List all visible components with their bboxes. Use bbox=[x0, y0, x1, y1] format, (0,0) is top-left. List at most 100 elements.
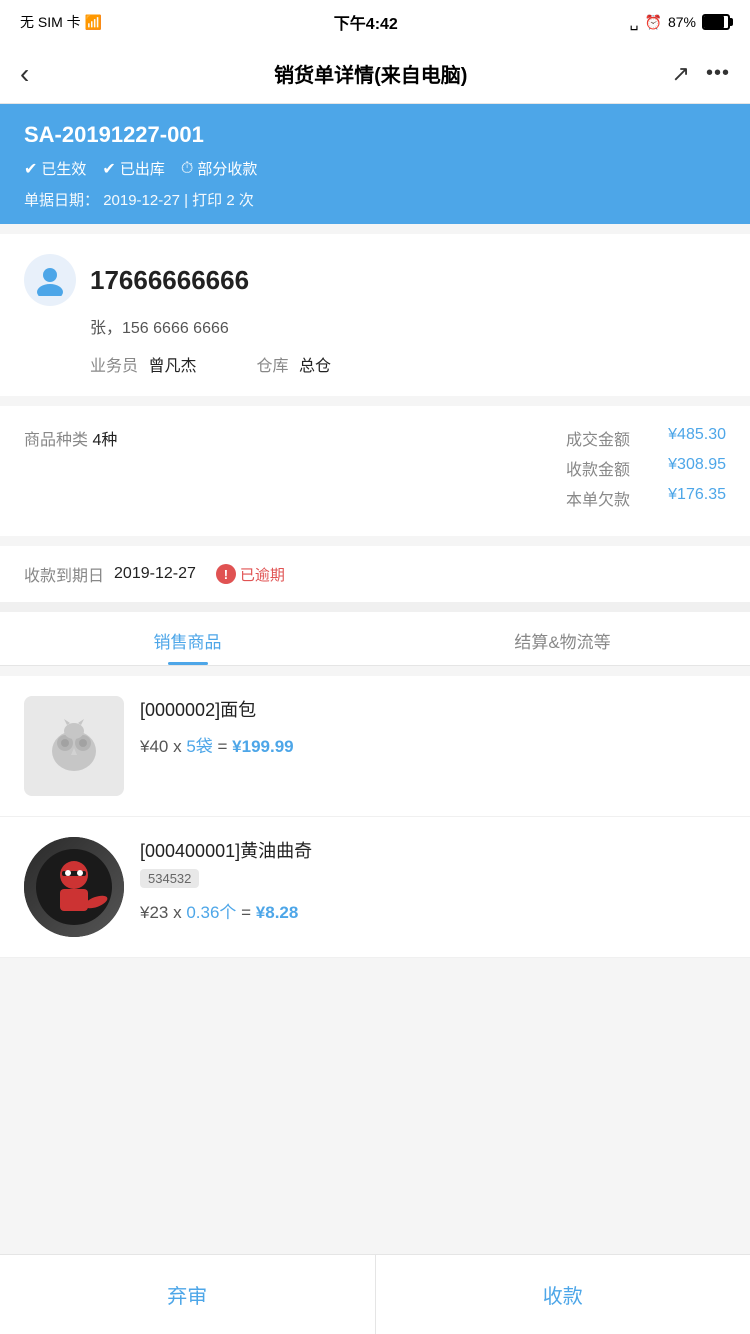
tab-sales-products[interactable]: 销售商品 bbox=[0, 612, 375, 665]
clock-icon: ⏱ bbox=[181, 160, 193, 178]
customer-section: 17666666666 张，156 6666 6666 业务员 曾凡杰 仓库 总… bbox=[0, 234, 750, 396]
collect-payment-button[interactable]: 收款 bbox=[376, 1255, 750, 1334]
list-item: [000400001]黄油曲奇 534532 ¥23 x 0.36个 = ¥8.… bbox=[0, 817, 750, 958]
warehouse-info: 仓库 总仓 bbox=[256, 352, 330, 376]
status-right: ␣ ⏰ 87% bbox=[630, 14, 730, 31]
total-2: ¥8.28 bbox=[256, 903, 299, 922]
received-label: 收款金额 bbox=[566, 456, 630, 480]
badge-partial-payment: ⏱ 部分收款 bbox=[181, 158, 258, 179]
bottom-bar: 弃审 收款 bbox=[0, 1254, 750, 1334]
debt-value: ¥176.35 bbox=[646, 486, 726, 510]
product-list: [0000002]面包 ¥40 x 5袋 = ¥199.99 bbox=[0, 676, 750, 958]
order-date-line: 单据日期： 2019-12-27 | 打印 2 次 bbox=[24, 189, 726, 210]
product-thumbnail-1 bbox=[24, 696, 124, 796]
due-label: 收款到期日 bbox=[24, 562, 104, 586]
page-title: 销货单详情(来自电脑) bbox=[70, 59, 672, 88]
customer-top: 17666666666 bbox=[24, 254, 726, 306]
badge-shipped-text: 已出库 bbox=[120, 158, 165, 179]
print-suffix: 次 bbox=[239, 192, 254, 209]
status-time: 下午4:42 bbox=[334, 10, 398, 34]
product-price-2: ¥23 x 0.36个 = ¥8.28 bbox=[140, 898, 726, 923]
tab-settlement-label: 结算&物流等 bbox=[514, 633, 610, 652]
customer-phone: 17666666666 bbox=[90, 265, 249, 296]
financial-summary: 成交金额 ¥485.30 收款金额 ¥308.95 本单欠款 ¥176.35 bbox=[566, 426, 726, 516]
equals-1: = bbox=[218, 737, 233, 756]
unit-price-2: ¥23 x bbox=[140, 903, 186, 922]
back-icon[interactable]: ‹ bbox=[20, 58, 29, 90]
qty-2: 0.36个 bbox=[186, 903, 236, 922]
location-icon: ␣ bbox=[630, 14, 639, 31]
date-label: 单据日期： bbox=[24, 192, 99, 209]
tab-sales-label: 销售商品 bbox=[154, 633, 222, 652]
sales-label: 业务员 bbox=[90, 358, 138, 375]
order-date: 2019-12-27 bbox=[103, 192, 180, 209]
person-icon bbox=[34, 264, 66, 296]
owl-icon bbox=[39, 711, 109, 781]
product-info-1: [0000002]面包 ¥40 x 5袋 = ¥199.99 bbox=[140, 696, 726, 796]
section-divider bbox=[0, 602, 750, 612]
product-image-2 bbox=[34, 847, 114, 927]
product-info-2: [000400001]黄油曲奇 534532 ¥23 x 0.36个 = ¥8.… bbox=[140, 837, 726, 937]
badge-shipped: ✔ 已出库 bbox=[102, 158, 164, 179]
list-item: [0000002]面包 ¥40 x 5袋 = ¥199.99 bbox=[0, 676, 750, 817]
tab-bar: 销售商品 结算&物流等 bbox=[0, 612, 750, 666]
print-count: 2 bbox=[226, 192, 234, 209]
avatar bbox=[24, 254, 76, 306]
abandon-review-button[interactable]: 弃审 bbox=[0, 1255, 376, 1334]
equals-2: = bbox=[241, 903, 256, 922]
status-left: 无 SIM 卡 📶 bbox=[20, 12, 102, 32]
share-icon[interactable]: ↗ bbox=[672, 61, 690, 87]
product-count: 4种 bbox=[92, 432, 117, 449]
product-thumbnail-2 bbox=[24, 837, 124, 937]
badge-partial-text: 部分收款 bbox=[197, 158, 257, 179]
product-type-label: 商品种类 bbox=[24, 432, 88, 449]
order-id: SA-20191227-001 bbox=[24, 122, 726, 148]
check-icon-2: ✔ bbox=[102, 159, 115, 179]
product-name-2: [000400001]黄油曲奇 bbox=[140, 837, 726, 863]
qty-1: 5袋 bbox=[186, 737, 212, 756]
battery-text: 87% bbox=[668, 14, 696, 30]
nav-right: ↗ ••• bbox=[672, 61, 730, 87]
customer-name: 张，156 6666 6666 bbox=[90, 314, 726, 338]
order-header-banner: SA-20191227-001 ✔ 已生效 ✔ 已出库 ⏱ 部分收款 单据日期：… bbox=[0, 104, 750, 224]
warehouse-label: 仓库 bbox=[256, 358, 288, 375]
tab-settlement[interactable]: 结算&物流等 bbox=[375, 612, 750, 665]
amount-label: 成交金额 bbox=[566, 426, 630, 450]
overdue-icon: ! bbox=[216, 564, 236, 584]
debt-label: 本单欠款 bbox=[566, 486, 630, 510]
due-date-value: 2019-12-27 bbox=[114, 565, 196, 583]
debt-row: 本单欠款 ¥176.35 bbox=[566, 486, 726, 510]
badge-effective: ✔ 已生效 bbox=[24, 158, 86, 179]
print-separator: | 打印 bbox=[184, 192, 226, 209]
nav-bar: ‹ 销货单详情(来自电脑) ↗ ••• bbox=[0, 44, 750, 104]
product-name-1: [0000002]面包 bbox=[140, 696, 726, 722]
status-bar: 无 SIM 卡 📶 下午4:42 ␣ ⏰ 87% bbox=[0, 0, 750, 44]
abandon-review-label: 弃审 bbox=[167, 1280, 207, 1309]
collect-payment-label: 收款 bbox=[543, 1280, 583, 1309]
sales-person: 曾凡杰 bbox=[148, 358, 196, 375]
summary-section: 商品种类 4种 成交金额 ¥485.30 收款金额 ¥308.95 本单欠款 ¥… bbox=[0, 406, 750, 536]
more-icon[interactable]: ••• bbox=[706, 62, 730, 85]
battery-icon bbox=[702, 14, 730, 30]
order-badges: ✔ 已生效 ✔ 已出库 ⏱ 部分收款 bbox=[24, 158, 726, 179]
received-value: ¥308.95 bbox=[646, 456, 726, 480]
product-type-info: 商品种类 4种 bbox=[24, 426, 117, 450]
amount-row: 成交金额 ¥485.30 bbox=[566, 426, 726, 450]
nav-left[interactable]: ‹ bbox=[20, 58, 70, 90]
received-row: 收款金额 ¥308.95 bbox=[566, 456, 726, 480]
warehouse-value: 总仓 bbox=[299, 358, 331, 375]
bottom-spacer bbox=[0, 958, 750, 1048]
due-date-section: 收款到期日 2019-12-27 ! 已逾期 bbox=[0, 546, 750, 602]
unit-price-1: ¥40 x bbox=[140, 737, 186, 756]
overdue-text: 已逾期 bbox=[240, 564, 285, 585]
alarm-icon: ⏰ bbox=[645, 14, 662, 31]
overdue-badge: ! 已逾期 bbox=[216, 564, 285, 585]
total-1: ¥199.99 bbox=[232, 737, 293, 756]
customer-meta: 业务员 曾凡杰 仓库 总仓 bbox=[90, 352, 726, 376]
badge-effective-text: 已生效 bbox=[41, 158, 86, 179]
sales-info: 业务员 曾凡杰 bbox=[90, 352, 196, 376]
check-icon-1: ✔ bbox=[24, 159, 37, 179]
product-price-1: ¥40 x 5袋 = ¥199.99 bbox=[140, 732, 726, 757]
amount-value: ¥485.30 bbox=[646, 426, 726, 450]
product-sku: 534532 bbox=[140, 869, 199, 888]
